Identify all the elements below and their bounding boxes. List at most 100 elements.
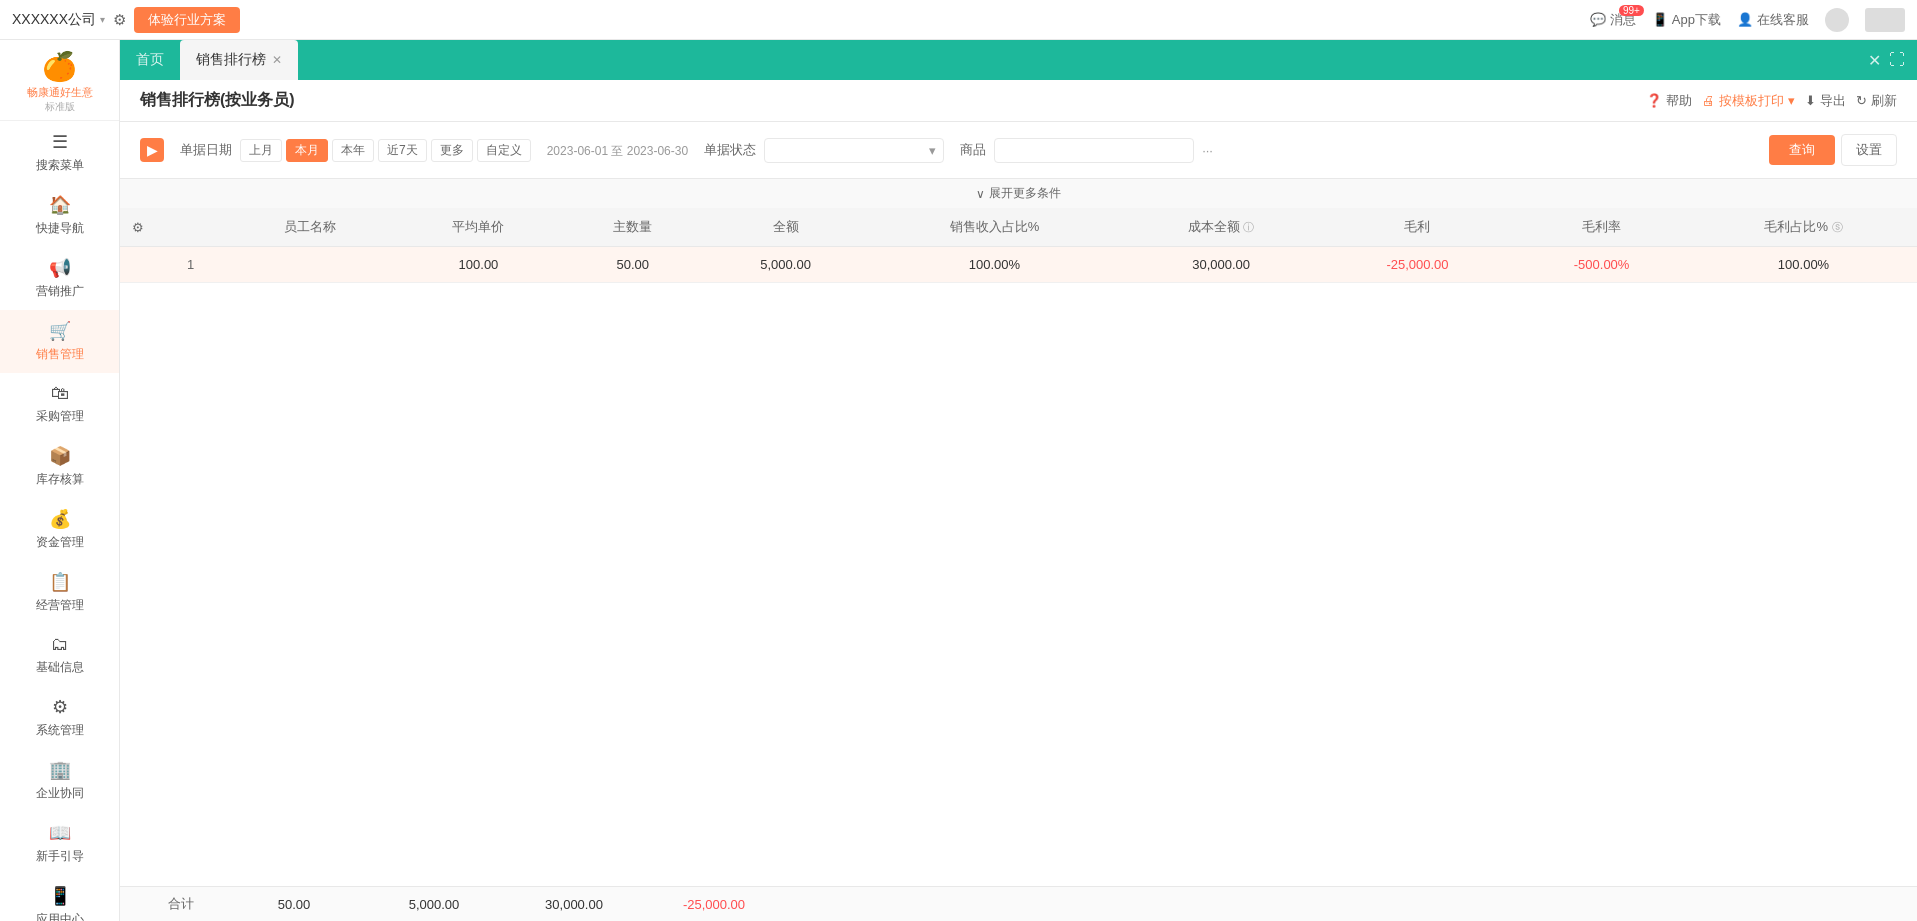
footer-cost: 30,000.00 [534,897,614,912]
col-gross-rate: 毛利率 [1513,208,1690,247]
sidebar-label: 营销推广 [36,283,84,300]
message-button[interactable]: 💬 消息 99+ [1590,11,1636,29]
tab-sales-rank[interactable]: 销售排行榜 ✕ [180,40,298,80]
table-body: 1 100.00 50.00 5,000.00 100.00% 30,000.0… [120,247,1917,283]
sidebar-label: 采购管理 [36,408,84,425]
sidebar-item-inventory[interactable]: 📦 库存核算 [0,435,119,498]
sidebar: 🍊 畅康通好生意 标准版 ☰ 搜索菜单 🏠 快捷导航 📢 营销推广 🛒 销售管理… [0,40,120,921]
sidebar-item-operation[interactable]: 📋 经营管理 [0,561,119,624]
date-label: 单据日期 [180,141,232,159]
sidebar-item-quick-nav[interactable]: 🏠 快捷导航 [0,184,119,247]
message-badge: 99+ [1619,5,1644,16]
date-range-display: 2023-06-01 至 2023-06-30 [547,143,688,160]
sidebar-item-enterprise[interactable]: 🏢 企业协同 [0,749,119,812]
date-btn-this-month[interactable]: 本月 [286,139,328,162]
home-icon: 🏠 [49,194,71,216]
date-btn-last-month[interactable]: 上月 [240,139,282,162]
tab-expand-icon[interactable]: ⛶ [1889,51,1905,69]
filter-toggle-button[interactable]: ▶ [140,138,164,162]
sidebar-label: 搜索菜单 [36,157,84,174]
col-amount: 全额 [703,208,869,247]
table-row: 1 100.00 50.00 5,000.00 100.00% 30,000.0… [120,247,1917,283]
export-button[interactable]: ⬇ 导出 [1805,92,1846,110]
gross-pct-info-icon[interactable]: ⓢ [1832,221,1843,233]
cell-avg-price: 100.00 [394,247,563,283]
app-download-button[interactable]: 📱 App下载 [1652,11,1721,29]
sidebar-item-app-center[interactable]: 📱 应用中心 [0,875,119,921]
date-btn-this-year[interactable]: 本年 [332,139,374,162]
avatar[interactable] [1825,8,1849,32]
tab-home-label: 首页 [136,51,164,69]
service-icon: 👤 [1737,12,1753,27]
sidebar-item-basic-info[interactable]: 🗂 基础信息 [0,624,119,686]
col-quantity: 主数量 [563,208,703,247]
filter-actions: 查询 设置 [1769,134,1897,166]
col-gross: 毛利 [1322,208,1513,247]
help-icon: ❓ [1646,93,1662,108]
trial-button[interactable]: 体验行业方案 [134,7,240,33]
sidebar-item-purchase[interactable]: 🛍 采购管理 [0,373,119,435]
export-icon: ⬇ [1805,93,1816,108]
enterprise-icon: 🏢 [49,759,71,781]
sidebar-item-guide[interactable]: 📖 新手引导 [0,812,119,875]
help-button[interactable]: ❓ 帮助 [1646,92,1692,110]
data-table-wrap: ⚙ 员工名称 平均单价 主数量 全额 销售收入占比% 成本全额 ⓘ 毛利 [120,208,1917,886]
user-menu[interactable] [1865,8,1905,32]
settings-icon[interactable]: ⚙ [113,11,126,29]
tab-close-icon[interactable]: ✕ [272,53,282,67]
col-rank [156,208,225,247]
company-selector[interactable]: XXXXXX公司 ▾ [12,11,105,29]
sidebar-item-marketing[interactable]: 📢 营销推广 [0,247,119,310]
table-footer: 合计 50.00 5,000.00 30,000.00 -25,000.00 [120,886,1917,921]
col-gear[interactable]: ⚙ [120,208,156,247]
sidebar-item-system[interactable]: ⚙ 系统管理 [0,686,119,749]
sidebar-label: 新手引导 [36,848,84,865]
footer-gross: -25,000.00 [674,897,754,912]
sidebar-label: 企业协同 [36,785,84,802]
cell-gross-rate: -500.00% [1513,247,1690,283]
data-table: ⚙ 员工名称 平均单价 主数量 全额 销售收入占比% 成本全额 ⓘ 毛利 [120,208,1917,283]
sidebar-item-finance[interactable]: 💰 资金管理 [0,498,119,561]
goods-input[interactable] [994,138,1194,163]
expand-label: 展开更多条件 [989,185,1061,202]
phone-icon: 📱 [1652,12,1668,27]
online-service-label: 在线客服 [1757,11,1809,29]
status-select[interactable] [764,138,944,163]
page-actions: ❓ 帮助 🖨 按模板打印 ▾ ⬇ 导出 ↻ 刷新 [1646,92,1897,110]
date-btn-7days[interactable]: 近7天 [378,139,427,162]
content-area: 首页 销售排行榜 ✕ ✕ ⛶ 销售排行榜(按业务员) ❓ 帮助 [120,40,1917,921]
more-options-btn[interactable]: ··· [1202,143,1213,158]
settings-button[interactable]: 设置 [1841,134,1897,166]
tab-home[interactable]: 首页 [120,40,180,80]
refresh-icon: ↻ [1856,93,1867,108]
tab-sales-rank-label: 销售排行榜 [196,51,266,69]
sales-icon: 🛒 [49,320,71,342]
print-chevron-icon: ▾ [1788,93,1795,108]
expand-more-bar[interactable]: ∨ 展开更多条件 [120,179,1917,208]
print-button[interactable]: 🖨 按模板打印 ▾ [1702,92,1795,110]
refresh-button[interactable]: ↻ 刷新 [1856,92,1897,110]
app-center-icon: 📱 [49,885,71,907]
footer-quantity: 50.00 [254,897,334,912]
company-name: XXXXXX公司 [12,11,96,29]
cost-info-icon[interactable]: ⓘ [1243,221,1254,233]
tab-minimize-icon[interactable]: ✕ [1868,51,1881,70]
page-header: 销售排行榜(按业务员) ❓ 帮助 🖨 按模板打印 ▾ ⬇ 导出 [120,80,1917,122]
status-select-wrap [764,138,944,163]
cell-revenue-pct: 100.00% [868,247,1120,283]
footer-amount: 5,000.00 [394,897,474,912]
purchase-icon: 🛍 [51,383,69,404]
online-service-button[interactable]: 👤 在线客服 [1737,11,1809,29]
table-header: ⚙ 员工名称 平均单价 主数量 全额 销售收入占比% 成本全额 ⓘ 毛利 [120,208,1917,247]
refresh-label: 刷新 [1871,92,1897,110]
sidebar-item-sales[interactable]: 🛒 销售管理 [0,310,119,373]
query-button[interactable]: 查询 [1769,135,1835,165]
cell-gear [120,247,156,283]
date-btn-more[interactable]: 更多 [431,139,473,162]
tab-controls: ✕ ⛶ [1868,51,1917,70]
inventory-icon: 📦 [49,445,71,467]
sidebar-item-search-order[interactable]: ☰ 搜索菜单 [0,121,119,184]
col-gross-pct: 毛利占比% ⓢ [1690,208,1917,247]
status-filter: 单据状态 [704,138,944,163]
date-btn-custom[interactable]: 自定义 [477,139,531,162]
